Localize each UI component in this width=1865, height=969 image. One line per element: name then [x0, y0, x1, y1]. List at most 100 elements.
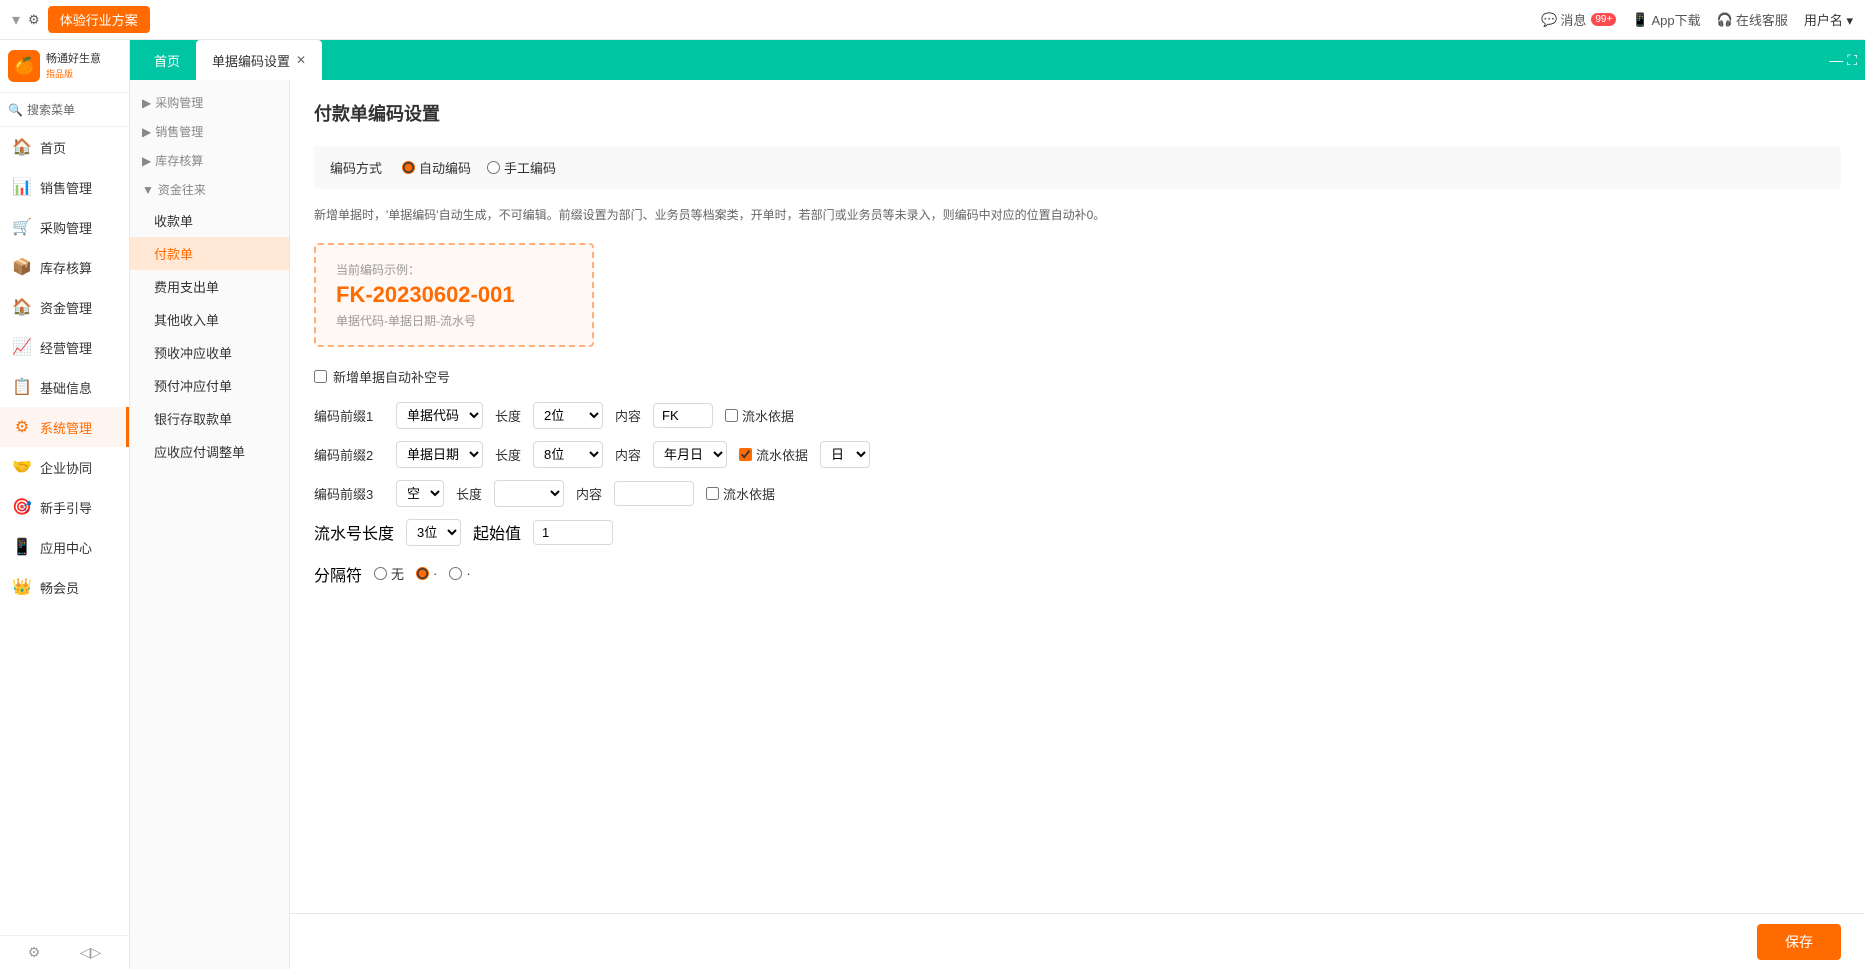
sidebar-item-member[interactable]: 👑 畅会员: [0, 567, 129, 607]
settings-footer-btn[interactable]: ⚙: [28, 944, 41, 961]
separator-label: 分隔符: [314, 562, 362, 586]
length-3-select[interactable]: [494, 480, 564, 507]
info-text: 新增单据时，'单据编码'自动生成，不可编辑。前缀设置为部门、业务员等档案类，开单…: [314, 205, 1841, 227]
chevron-right-icon: ▶: [142, 96, 151, 110]
collapse-sidebar-btn[interactable]: ◁▷: [80, 944, 102, 961]
tab-close-icon[interactable]: ✕: [296, 53, 306, 67]
sec-item-payment[interactable]: 付款单: [130, 237, 289, 270]
flow-2-checkbox-label[interactable]: 流水依据: [739, 445, 808, 464]
sidebar-item-home[interactable]: 🏠 首页: [0, 127, 129, 167]
user-info[interactable]: 用户名 ▾: [1804, 10, 1853, 29]
message-button[interactable]: 💬 消息 99+: [1541, 10, 1616, 29]
tab-bar-right: — ⛶: [1829, 52, 1857, 69]
app-download-button[interactable]: 📱 App下载: [1632, 10, 1700, 29]
sep-dot-input[interactable]: [416, 567, 429, 580]
flow-2-label: 流水依据: [756, 445, 808, 464]
sidebar-label-corp: 企业协同: [40, 458, 92, 477]
save-button[interactable]: 保存: [1757, 924, 1841, 960]
sec-group-fund[interactable]: ▼ 资金往来: [130, 175, 289, 204]
settings-button[interactable]: ⚙: [28, 12, 40, 28]
prefix-2-label: 编码前缀2: [314, 445, 384, 464]
sidebar-item-corp[interactable]: 🤝 企业协同: [0, 447, 129, 487]
content-3-value[interactable]: [614, 481, 694, 506]
length-2-select[interactable]: 8位: [533, 441, 603, 468]
content-1-value[interactable]: [653, 403, 713, 428]
tab-minimize-btn[interactable]: —: [1829, 52, 1843, 69]
sec-item-other-income[interactable]: 其他收入单: [130, 303, 289, 336]
sidebar-item-purchase[interactable]: 🛒 采购管理: [0, 207, 129, 247]
auto-fill-label[interactable]: 新增单据自动补空号: [333, 367, 450, 386]
sidebar-label-home: 首页: [40, 138, 66, 157]
logo-icon: 🍊: [8, 50, 40, 82]
content-2-label: 内容: [615, 445, 641, 464]
sep-none-input[interactable]: [374, 567, 387, 580]
online-service-button[interactable]: 🎧 在线客服: [1717, 10, 1788, 29]
sidebar-item-apps[interactable]: 📱 应用中心: [0, 527, 129, 567]
sidebar-item-guide[interactable]: 🎯 新手引导: [0, 487, 129, 527]
tab-encode-settings[interactable]: 单据编码设置 ✕: [196, 40, 322, 80]
auto-encode-input[interactable]: [402, 161, 415, 174]
main-content: 付款单编码设置 编码方式 自动编码 手工编码: [290, 80, 1865, 913]
auto-encode-label: 自动编码: [419, 158, 471, 177]
manual-encode-radio[interactable]: 手工编码: [487, 158, 556, 177]
sep-none-radio[interactable]: 无: [374, 564, 404, 583]
serial-length-select[interactable]: 3位: [406, 519, 461, 546]
secondary-sidebar: ▶ 采购管理 ▶ 销售管理 ▶ 库存核算 ▼ 资金往来 收款单 付款单 费用支出…: [130, 80, 290, 969]
sep-dot2-radio[interactable]: ·: [449, 566, 470, 581]
dropdown-icon[interactable]: ▾: [12, 10, 20, 30]
flow-unit-select[interactable]: 日: [820, 441, 870, 468]
content-2-select[interactable]: 年月日: [653, 441, 727, 468]
length-1-select[interactable]: 2位: [533, 402, 603, 429]
sec-item-adjust[interactable]: 应收应付调整单: [130, 435, 289, 468]
sec-group-inventory[interactable]: ▶ 库存核算: [130, 146, 289, 175]
sidebar-item-system[interactable]: ⚙ 系统管理: [0, 407, 129, 447]
prefix-2-select[interactable]: 单据日期: [396, 441, 483, 468]
auto-fill-checkbox[interactable]: [314, 370, 327, 383]
basic-icon: 📋: [12, 377, 32, 397]
flow-1-checkbox-label[interactable]: 流水依据: [725, 406, 794, 425]
prefix-1-select[interactable]: 单据代码: [396, 402, 483, 429]
sidebar-item-operation[interactable]: 📈 经营管理: [0, 327, 129, 367]
tab-home-label: 首页: [154, 51, 180, 70]
sidebar-item-asset[interactable]: 🏠 资金管理: [0, 287, 129, 327]
sec-item-bank[interactable]: 银行存取款单: [130, 402, 289, 435]
logo-sub: 指品版: [46, 67, 101, 80]
apps-icon: 📱: [12, 537, 32, 557]
sec-group-purchase[interactable]: ▶ 采购管理: [130, 88, 289, 117]
sec-item-receipt[interactable]: 收款单: [130, 204, 289, 237]
flow-1-checkbox[interactable]: [725, 409, 738, 422]
trial-button[interactable]: 体验行业方案: [48, 6, 150, 33]
prefix-3-select[interactable]: 空: [396, 480, 444, 507]
flow-3-checkbox-label[interactable]: 流水依据: [706, 484, 775, 503]
preview-desc: 单据代码-单据日期-流水号: [336, 312, 572, 329]
sec-item-pre-pay[interactable]: 预付冲应付单: [130, 369, 289, 402]
serial-start-input[interactable]: [533, 520, 613, 545]
sidebar-item-sales[interactable]: 📊 销售管理: [0, 167, 129, 207]
sec-item-expense[interactable]: 费用支出单: [130, 270, 289, 303]
flow-3-checkbox[interactable]: [706, 487, 719, 500]
tab-maximize-btn[interactable]: ⛶: [1847, 52, 1857, 69]
sec-item-pre-receive[interactable]: 预收冲应收单: [130, 336, 289, 369]
preview-code: FK-20230602-001: [336, 282, 572, 308]
message-badge: 99+: [1591, 13, 1616, 26]
auto-fill-row: 新增单据自动补空号: [314, 367, 1841, 386]
auto-encode-radio[interactable]: 自动编码: [402, 158, 471, 177]
sep-dot2-input[interactable]: [449, 567, 462, 580]
sep-dot-radio[interactable]: ·: [416, 566, 437, 581]
tab-home[interactable]: 首页: [138, 40, 196, 80]
sidebar-nav: 🏠 首页 📊 销售管理 🛒 采购管理 📦 库存核算 🏠 资金管理 📈 经: [0, 127, 129, 935]
purchase-icon: 🛒: [12, 217, 32, 237]
length-3-label: 长度: [456, 484, 482, 503]
flow-2-checkbox[interactable]: [739, 448, 752, 461]
sidebar-search[interactable]: 🔍 搜索菜单: [0, 93, 129, 127]
manual-encode-input[interactable]: [487, 161, 500, 174]
inventory-icon: 📦: [12, 257, 32, 277]
sidebar-label-member: 畅会员: [40, 578, 79, 597]
encode-method-section: 编码方式 自动编码 手工编码: [314, 146, 1841, 189]
sec-group-sales[interactable]: ▶ 销售管理: [130, 117, 289, 146]
serial-length-label: 流水号长度: [314, 520, 394, 544]
sidebar-item-basic[interactable]: 📋 基础信息: [0, 367, 129, 407]
encode-method-label: 编码方式: [330, 158, 382, 177]
sidebar-item-inventory[interactable]: 📦 库存核算: [0, 247, 129, 287]
search-icon: 🔍: [8, 103, 23, 117]
